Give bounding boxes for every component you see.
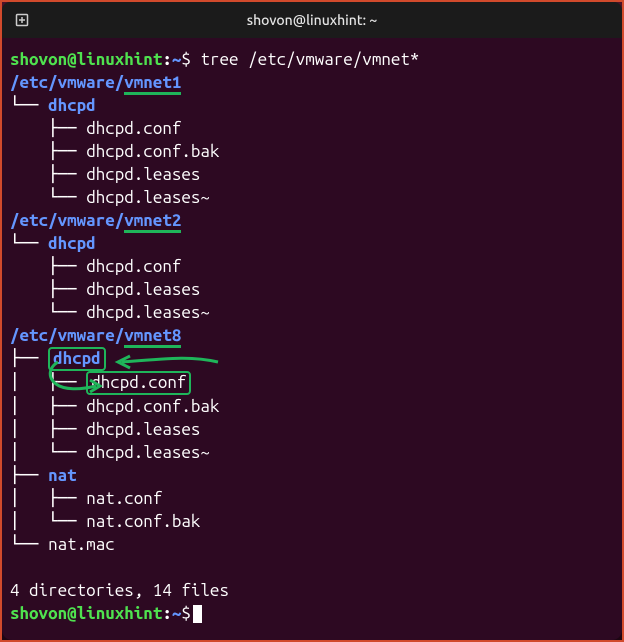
tree-root: /etc/vmware/vmnet2 [10, 209, 614, 232]
tree-file-row: └── dhcpd.leases~ [10, 301, 614, 324]
prompt-path: ~ [172, 50, 182, 69]
tree-file-row: ├── dhcpd.leases [10, 163, 614, 186]
cursor-icon [193, 605, 202, 623]
tree-file-row: ├── dhcpd.conf.bak [10, 140, 614, 163]
tree-file-row: │ ├── dhcpd.conf.bak [10, 395, 614, 418]
prompt-dollar: $ [181, 50, 191, 69]
tree-file-row: ├── dhcpd.leases [10, 278, 614, 301]
tree-dir-row: ├── dhcpd [10, 347, 614, 371]
tree-root: /etc/vmware/vmnet1 [10, 71, 614, 94]
prompt-line: shovon@linuxhint:~$ [10, 602, 614, 625]
tree-file-row: ├── dhcpd.conf [10, 117, 614, 140]
window-titlebar: shovon@linuxhint: ~ [2, 2, 622, 38]
tree-file-row: │ └── dhcpd.leases~ [10, 441, 614, 464]
prompt-host: linuxhint [77, 50, 163, 69]
terminal-content[interactable]: shovon@linuxhint:~$ tree /etc/vmware/vmn… [2, 38, 622, 640]
new-tab-button[interactable] [10, 8, 34, 32]
window-title: shovon@linuxhint: ~ [42, 9, 582, 32]
highlight-dhcpd-dir: dhcpd [48, 347, 106, 371]
summary-line: 4 directories, 14 files [10, 579, 614, 602]
tree-file-row: │ └── nat.conf.bak [10, 510, 614, 533]
tree-file-row: ├── dhcpd.conf [10, 255, 614, 278]
tree-root: /etc/vmware/vmnet8 [10, 324, 614, 347]
prompt-colon: : [162, 50, 172, 69]
tree-file-row: └── nat.mac [10, 533, 614, 556]
tree-file-row: └── dhcpd.leases~ [10, 186, 614, 209]
prompt-line: shovon@linuxhint:~$ tree /etc/vmware/vmn… [10, 48, 614, 71]
prompt-user: shovon [10, 50, 67, 69]
highlight-dhcpd-conf: dhcpd.conf [86, 371, 191, 395]
tree-dir-row: └── dhcpd [10, 94, 614, 117]
tree-file-row: │ ├── nat.conf [10, 487, 614, 510]
tree-dir-row: ├── nat [10, 464, 614, 487]
tree-file-row: │ ├── dhcpd.leases [10, 418, 614, 441]
tree-file-row: │ ├── dhcpd.conf [10, 371, 614, 395]
prompt-at: @ [67, 50, 77, 69]
tree-dir-row: └── dhcpd [10, 232, 614, 255]
